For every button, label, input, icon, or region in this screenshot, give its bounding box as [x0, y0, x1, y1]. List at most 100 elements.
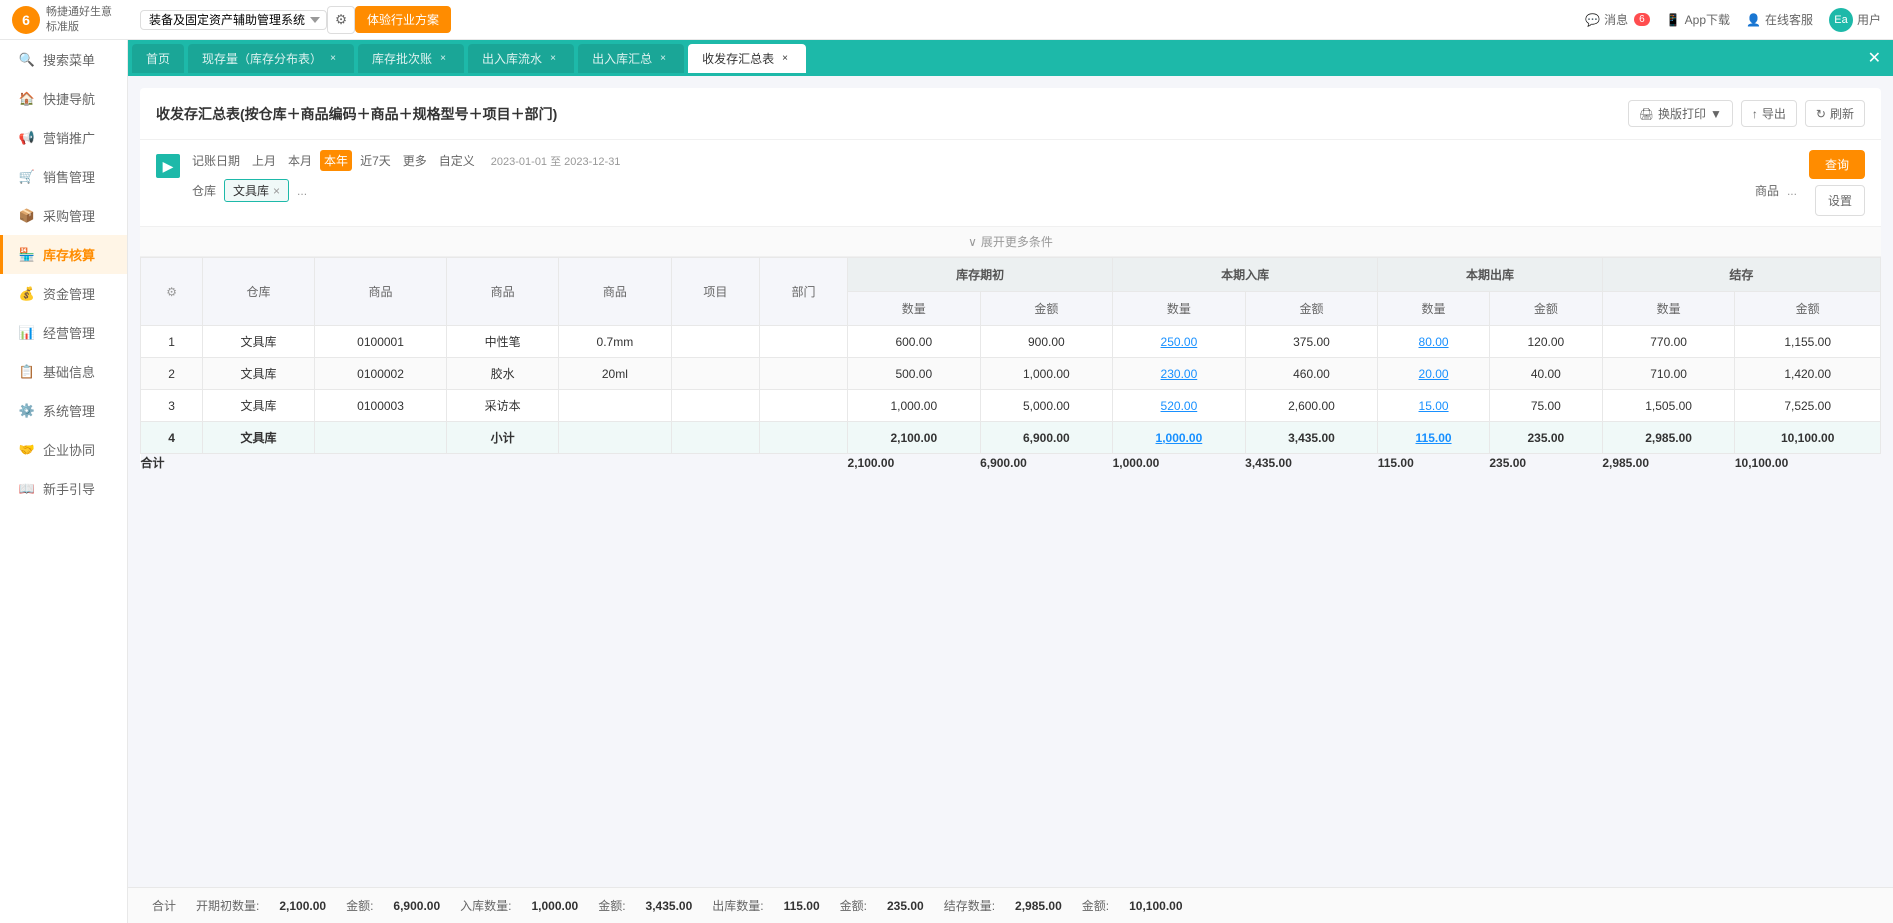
col-open-qty: 数量	[848, 292, 981, 326]
tab-in-out-summary[interactable]: 出入库汇总 ×	[578, 44, 684, 73]
row-in-qty[interactable]: 250.00	[1113, 326, 1246, 358]
date-btn-7days[interactable]: 近7天	[356, 150, 395, 171]
sidebar-item-finance[interactable]: 💰 资金管理	[0, 274, 127, 313]
try-industry-button[interactable]: 体验行业方案	[355, 6, 451, 33]
tab-in-out-flow[interactable]: 出入库流水 ×	[468, 44, 574, 73]
export-button[interactable]: ↑ 导出	[1741, 100, 1797, 127]
warehouse-label: 仓库	[192, 182, 216, 199]
tab-recv-send-summary[interactable]: 收发存汇总表 ×	[688, 44, 806, 73]
refresh-button[interactable]: ↻ 刷新	[1805, 100, 1865, 127]
row-dept	[759, 390, 847, 422]
tab-close-in-out-flow[interactable]: ×	[546, 51, 560, 65]
col-group-opening: 库存期初	[848, 258, 1113, 292]
sidebar-item-quick-nav[interactable]: 🏠 快捷导航	[0, 79, 127, 118]
online-service-item[interactable]: 👤 在线客服	[1746, 11, 1813, 28]
sidebar-item-system[interactable]: ⚙️ 系统管理	[0, 391, 127, 430]
tab-batch-account[interactable]: 库存批次账 ×	[358, 44, 464, 73]
row-out-qty[interactable]: 20.00	[1378, 358, 1490, 390]
sidebar-item-search[interactable]: 🔍 搜索菜单	[0, 40, 127, 79]
date-btn-last-month[interactable]: 上月	[248, 150, 280, 171]
col-warehouse-header: 仓库	[203, 258, 315, 326]
row-dept	[759, 326, 847, 358]
tab-close-batch-account[interactable]: ×	[436, 51, 450, 65]
tab-inventory-dist[interactable]: 现存量（库存分布表） ×	[188, 44, 354, 73]
row-out-qty[interactable]: 80.00	[1378, 326, 1490, 358]
sidebar-item-operations[interactable]: 📊 经营管理	[0, 313, 127, 352]
page-title: 收发存汇总表(按仓库＋商品编码＋商品＋规格型号＋项目＋部门)	[156, 104, 557, 124]
sidebar-item-purchase[interactable]: 📦 采购管理	[0, 196, 127, 235]
date-btn-custom[interactable]: 自定义	[435, 150, 479, 171]
sidebar-item-inventory[interactable]: 🏪 库存核算	[0, 235, 127, 274]
warehouse-tag[interactable]: 文具库 ×	[224, 179, 289, 202]
row-dept	[759, 358, 847, 390]
close-all-tabs-button[interactable]: ✕	[1860, 48, 1889, 68]
sub-open-qty: 2,100.00	[848, 422, 981, 454]
sidebar-item-sales[interactable]: 🛒 销售管理	[0, 157, 127, 196]
sub-project	[671, 422, 759, 454]
sub-out-qty: 115.00	[1378, 422, 1490, 454]
table-row: 3 文具库 0100003 采访本 1,000.00 5,000.00 520.…	[141, 390, 1881, 422]
user-avatar-item[interactable]: Ea 用户	[1829, 8, 1881, 32]
warehouse-remove-icon[interactable]: ×	[273, 184, 280, 198]
sub-close-amt: 10,100.00	[1735, 422, 1881, 454]
query-button[interactable]: 查询	[1809, 150, 1865, 179]
tab-close-in-out-summary[interactable]: ×	[656, 51, 670, 65]
filter-expand-button[interactable]: ▶	[156, 154, 180, 178]
tab-close-recv-send-summary[interactable]: ×	[778, 51, 792, 65]
filter-settings-button[interactable]: 设置	[1815, 185, 1865, 216]
col-close-qty: 数量	[1602, 292, 1735, 326]
row-close-qty: 770.00	[1602, 326, 1735, 358]
sub-close-qty: 2,985.00	[1602, 422, 1735, 454]
chevron-down-icon: ▼	[1710, 107, 1722, 121]
table-wrapper: ⚙ 仓库 商品 商品 商品 项目 部门 库存期初 本期入库 本期出库	[140, 257, 1881, 471]
bottom-in-amt: 3,435.00	[646, 899, 693, 913]
date-btn-more[interactable]: 更多	[399, 150, 431, 171]
bottom-open-amt: 6,900.00	[393, 899, 440, 913]
row-close-qty: 1,505.00	[1602, 390, 1735, 422]
row-open-qty: 500.00	[848, 358, 981, 390]
col-group-in: 本期入库	[1113, 258, 1378, 292]
col-group-closing: 结存	[1602, 258, 1880, 292]
row-in-qty[interactable]: 520.00	[1113, 390, 1246, 422]
bottom-out-qty: 115.00	[784, 899, 820, 913]
col-out-qty: 数量	[1378, 292, 1490, 326]
col-out-amt: 金额	[1489, 292, 1602, 326]
row-no: 2	[141, 358, 203, 390]
bottom-in-qty: 1,000.00	[531, 899, 578, 913]
row-open-amt: 1,000.00	[980, 358, 1113, 390]
sidebar-item-basic-info[interactable]: 📋 基础信息	[0, 352, 127, 391]
tab-home[interactable]: 首页	[132, 44, 184, 73]
bottom-total-label: 合计	[152, 897, 176, 914]
print-button[interactable]: 🖨 换版打印 ▼	[1628, 100, 1733, 127]
col-code-header: 商品	[314, 258, 447, 326]
table-row: 1 文具库 0100001 中性笔 0.7mm 600.00 900.00 25…	[141, 326, 1881, 358]
system-title-select[interactable]: 装备及固定资产辅助管理系统	[140, 10, 327, 30]
panel-title-bar: 收发存汇总表(按仓库＋商品编码＋商品＋规格型号＋项目＋部门) 🖨 换版打印 ▼ …	[140, 88, 1881, 140]
system-icon: ⚙️	[19, 403, 35, 419]
settings-icon-button[interactable]: ⚙	[327, 6, 355, 34]
total-row: 合计 2,100.00 6,900.00 1,000.00 3,435.00 1…	[141, 454, 1881, 472]
sidebar-item-guide[interactable]: 📖 新手引导	[0, 469, 127, 508]
row-code: 0100003	[314, 390, 447, 422]
date-btn-this-month[interactable]: 本月	[284, 150, 316, 171]
row-out-qty[interactable]: 15.00	[1378, 390, 1490, 422]
main-content: 收发存汇总表(按仓库＋商品编码＋商品＋规格型号＋项目＋部门) 🖨 换版打印 ▼ …	[128, 76, 1893, 887]
message-icon-item[interactable]: 💬 消息 6	[1585, 11, 1650, 28]
row-open-amt: 5,000.00	[980, 390, 1113, 422]
tab-close-inventory-dist[interactable]: ×	[326, 51, 340, 65]
sub-out-amt: 235.00	[1489, 422, 1602, 454]
date-btn-this-year[interactable]: 本年	[320, 150, 352, 171]
warehouse-more-btn[interactable]: ...	[297, 184, 307, 198]
date-label: 记账日期	[192, 152, 240, 169]
row-in-qty[interactable]: 230.00	[1113, 358, 1246, 390]
expand-more-link[interactable]: ∨ 展开更多条件	[968, 233, 1053, 250]
total-in-amt: 3,435.00	[1245, 454, 1378, 472]
row-project	[671, 326, 759, 358]
col-settings[interactable]: ⚙	[141, 258, 203, 326]
sidebar-item-enterprise[interactable]: 🤝 企业协同	[0, 430, 127, 469]
sub-code	[314, 422, 447, 454]
sidebar-item-marketing[interactable]: 📢 营销推广	[0, 118, 127, 157]
row-out-amt: 75.00	[1489, 390, 1602, 422]
app-download-item[interactable]: 📱 App下载	[1666, 11, 1730, 28]
goods-more-btn[interactable]: ...	[1787, 184, 1797, 198]
